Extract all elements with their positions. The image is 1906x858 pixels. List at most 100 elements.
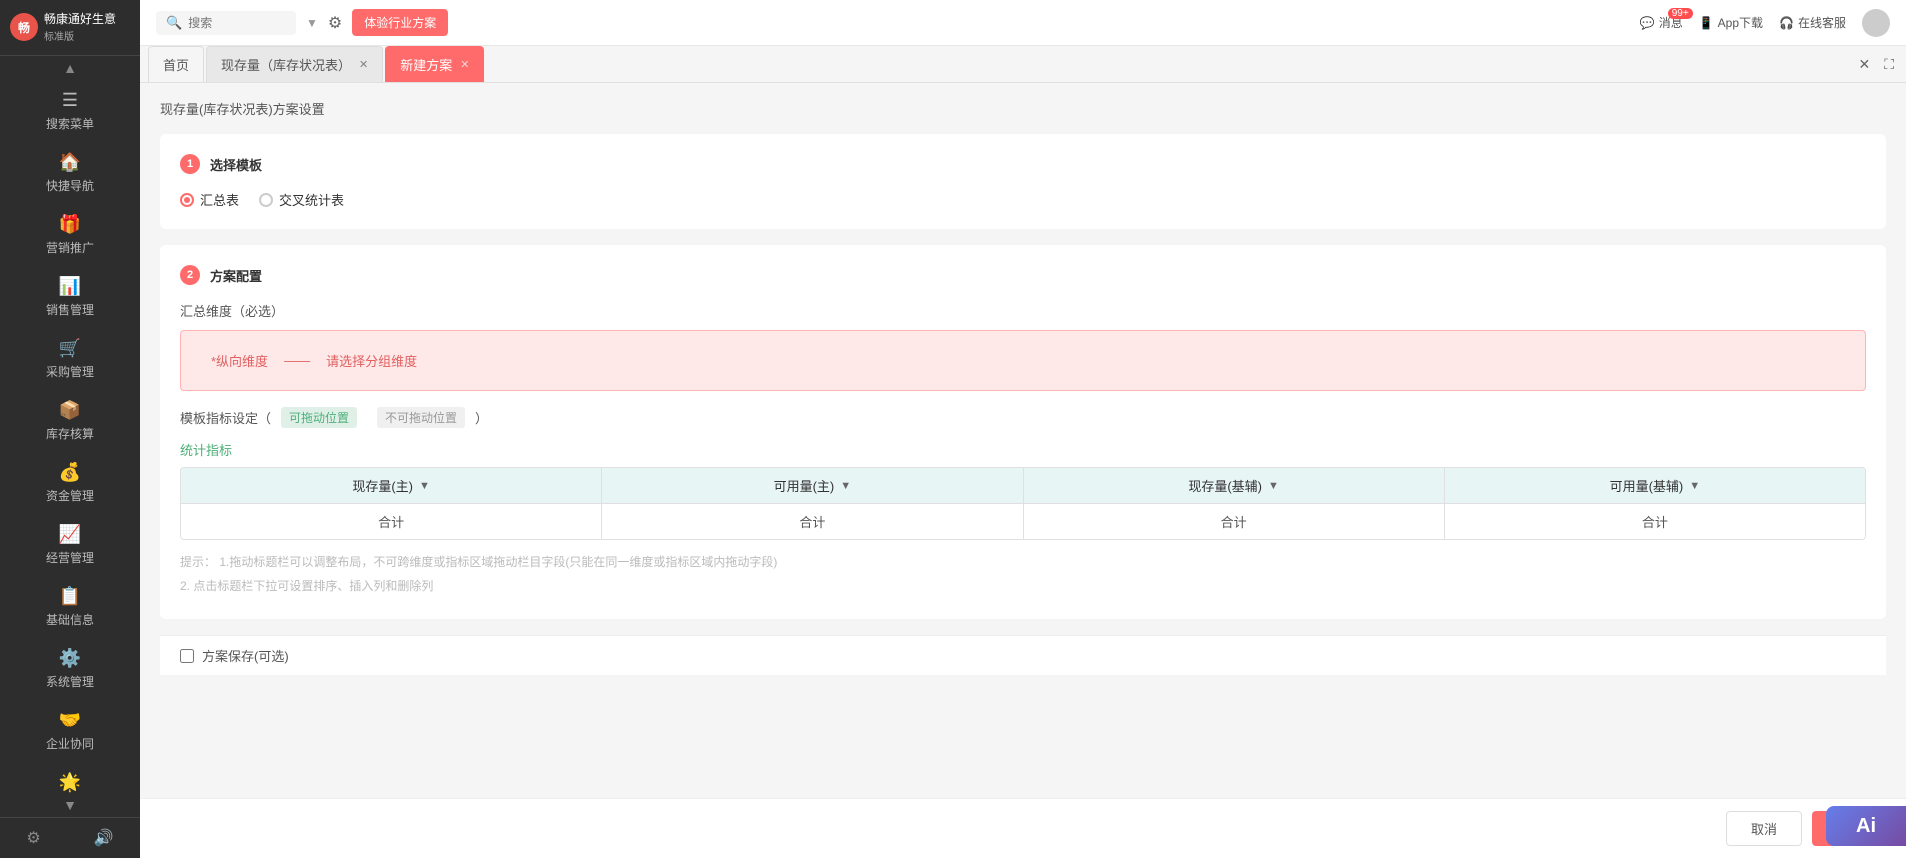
stats-col-4: 可用量(基辅) ▼ — [1445, 468, 1865, 503]
stats-section: 统计指标 现存量(主) ▼ 可用量(主) ▼ 现存量(基辅) — [180, 440, 1866, 540]
page-content: 现存量(库存状况表)方案设置 1 选择模板 汇总表 交叉统计表 2 — [140, 83, 1906, 798]
radio-summary-circle — [180, 193, 194, 207]
col4-dropdown-icon[interactable]: ▼ — [1689, 480, 1700, 492]
tabs-bar: 首页 现存量（库存状况表） ✕ 新建方案 ✕ ✕ ⛶ — [140, 46, 1906, 83]
stats-table-row: 合计 合计 合计 合计 — [181, 503, 1865, 539]
customer-service-link[interactable]: 🎧 在线客服 — [1779, 14, 1846, 31]
tab-inventory-close[interactable]: ✕ — [359, 58, 368, 71]
tab-expand-btn[interactable]: ⛶ — [1880, 52, 1898, 77]
message-icon: 💬 — [1640, 16, 1655, 30]
sales-icon: 📊 — [59, 276, 81, 297]
tab-new-scheme-close[interactable]: ✕ — [460, 58, 469, 71]
sidebar-item-quick-nav[interactable]: 🏠 快捷导航 — [0, 142, 140, 204]
tabs-actions: ✕ ⛶ — [1854, 52, 1898, 77]
radio-summary[interactable]: 汇总表 — [180, 190, 239, 209]
purchase-icon: 🛒 — [59, 338, 81, 359]
new-guide-icon: 🌟 — [59, 772, 81, 793]
save-label: 方案保存(可选) — [202, 646, 289, 665]
tab-new-scheme[interactable]: 新建方案 ✕ — [385, 46, 484, 82]
ai-badge[interactable]: Ai — [1826, 806, 1906, 846]
dimension-dash: —— — [284, 353, 310, 368]
phone-icon: 📱 — [1699, 16, 1714, 30]
hint-section: 提示： 1.拖动标题栏可以调整布局，不可跨维度或指标区域拖动栏目字段(只能在同一… — [180, 552, 1866, 597]
basics-icon: 📋 — [59, 586, 81, 607]
non-draggable-badge: 不可拖动位置 — [377, 407, 465, 428]
main-wrapper: 🔍 ▼ ⚙ 体验行业方案 💬 消息 99+ 📱 App下载 🎧 在线客服 — [140, 0, 1906, 858]
message-btn[interactable]: 💬 消息 99+ — [1640, 14, 1683, 31]
dimension-row: *纵向维度 —— 请选择分组维度 — [211, 351, 1835, 370]
col1-dropdown-icon[interactable]: ▼ — [419, 480, 430, 492]
trial-btn[interactable]: 体验行业方案 — [352, 9, 448, 36]
save-checkbox[interactable] — [180, 649, 194, 663]
sidebar-item-marketing[interactable]: 🎁 营销推广 — [0, 204, 140, 266]
tab-home[interactable]: 首页 — [148, 46, 204, 82]
app-download-link[interactable]: 📱 App下载 — [1699, 14, 1763, 31]
finance-icon: 💰 — [59, 462, 81, 483]
topbar-right: 💬 消息 99+ 📱 App下载 🎧 在线客服 — [1640, 9, 1890, 37]
draggable-badge: 可拖动位置 — [281, 407, 357, 428]
search-menu-icon: ☰ — [62, 90, 78, 111]
sidebar-item-new-guide[interactable]: 🌟 新手引导 — [0, 762, 140, 793]
dropdown-arrow-icon: ▼ — [306, 16, 318, 30]
operations-icon: 📈 — [59, 524, 81, 545]
sidebar-item-inventory[interactable]: 📦 库存核算 — [0, 390, 140, 452]
sidebar-item-search-menu[interactable]: ☰ 搜索菜单 — [0, 80, 140, 142]
stats-cell-3: 合计 — [1024, 504, 1445, 539]
sidebar: 畅 畅康通好生意 标准版 ▲ ☰ 搜索菜单 🏠 快捷导航 🎁 营销推广 📊 销售… — [0, 0, 140, 858]
sidebar-item-cooperation[interactable]: 🤝 企业协同 — [0, 700, 140, 762]
sidebar-item-operations[interactable]: 📈 经营管理 — [0, 514, 140, 576]
hint-text: 提示： 1.拖动标题栏可以调整布局，不可跨维度或指标区域拖动栏目字段(只能在同一… — [180, 552, 1866, 597]
cooperation-icon: 🤝 — [59, 710, 81, 731]
tab-inventory-status[interactable]: 现存量（库存状况表） ✕ — [206, 46, 383, 82]
stats-table: 现存量(主) ▼ 可用量(主) ▼ 现存量(基辅) ▼ 可用量(基辅) — [180, 467, 1866, 540]
step2-num: 2 — [180, 265, 200, 285]
sidebar-volume-btn[interactable]: 🔊 — [94, 828, 114, 848]
topbar-search-box: 🔍 — [156, 11, 296, 35]
app-name: 畅康通好生意 — [44, 12, 116, 28]
step1-header: 1 选择模板 — [180, 154, 1866, 174]
step1-label: 选择模板 — [210, 155, 262, 174]
system-icon: ⚙️ — [59, 648, 81, 669]
logo-icon: 畅 — [10, 13, 38, 41]
stats-cell-2: 合计 — [602, 504, 1023, 539]
sidebar-item-basics[interactable]: 📋 基础信息 — [0, 576, 140, 638]
template-options: 汇总表 交叉统计表 — [180, 190, 1866, 209]
sidebar-nav: ☰ 搜索菜单 🏠 快捷导航 🎁 营销推广 📊 销售管理 🛒 采购管理 📦 库存核… — [0, 80, 140, 793]
user-avatar[interactable] — [1862, 9, 1890, 37]
dimension-placeholder[interactable]: 请选择分组维度 — [326, 351, 417, 370]
sidebar-item-purchase[interactable]: 🛒 采购管理 — [0, 328, 140, 390]
topbar-settings-btn[interactable]: ⚙ — [328, 13, 342, 33]
headset-icon: 🎧 — [1779, 16, 1794, 30]
dimension-box: *纵向维度 —— 请选择分组维度 — [180, 330, 1866, 391]
sidebar-item-sales[interactable]: 📊 销售管理 — [0, 266, 140, 328]
step2-card: 2 方案配置 汇总维度（必选） *纵向维度 —— 请选择分组维度 模板指标设定（… — [160, 245, 1886, 619]
sidebar-item-system[interactable]: ⚙️ 系统管理 — [0, 638, 140, 700]
sidebar-bottom: ⚙ 🔊 — [0, 817, 140, 858]
step2-header: 2 方案配置 — [180, 265, 1866, 285]
stats-col-2: 可用量(主) ▼ — [602, 468, 1023, 503]
sidebar-scroll-up[interactable]: ▲ — [0, 56, 140, 80]
tab-close-btn[interactable]: ✕ — [1854, 52, 1874, 77]
col3-dropdown-icon[interactable]: ▼ — [1268, 480, 1279, 492]
stats-cell-4: 合计 — [1445, 504, 1865, 539]
stats-col-3: 现存量(基辅) ▼ — [1024, 468, 1445, 503]
stats-cell-1: 合计 — [181, 504, 602, 539]
app-subtitle: 标准版 — [44, 28, 116, 43]
stats-col-1: 现存量(主) ▼ — [181, 468, 602, 503]
bottom-bar: 取消 查询 — [140, 798, 1906, 858]
col2-dropdown-icon[interactable]: ▼ — [840, 480, 851, 492]
save-row: 方案保存(可选) — [160, 635, 1886, 675]
stats-section-label: 统计指标 — [180, 440, 1866, 459]
message-badge: 99+ — [1668, 8, 1693, 19]
step1-card: 1 选择模板 汇总表 交叉统计表 — [160, 134, 1886, 229]
search-input[interactable] — [188, 16, 278, 30]
sidebar-settings-btn[interactable]: ⚙ — [26, 828, 40, 848]
cancel-button[interactable]: 取消 — [1726, 811, 1802, 846]
stats-table-header: 现存量(主) ▼ 可用量(主) ▼ 现存量(基辅) ▼ 可用量(基辅) — [181, 468, 1865, 503]
radio-cross[interactable]: 交叉统计表 — [259, 190, 344, 209]
sidebar-scroll-down[interactable]: ▼ — [0, 793, 140, 817]
radio-cross-circle — [259, 193, 273, 207]
sidebar-logo: 畅 畅康通好生意 标准版 — [0, 0, 140, 56]
sidebar-item-finance[interactable]: 💰 资金管理 — [0, 452, 140, 514]
marketing-icon: 🎁 — [59, 214, 81, 235]
